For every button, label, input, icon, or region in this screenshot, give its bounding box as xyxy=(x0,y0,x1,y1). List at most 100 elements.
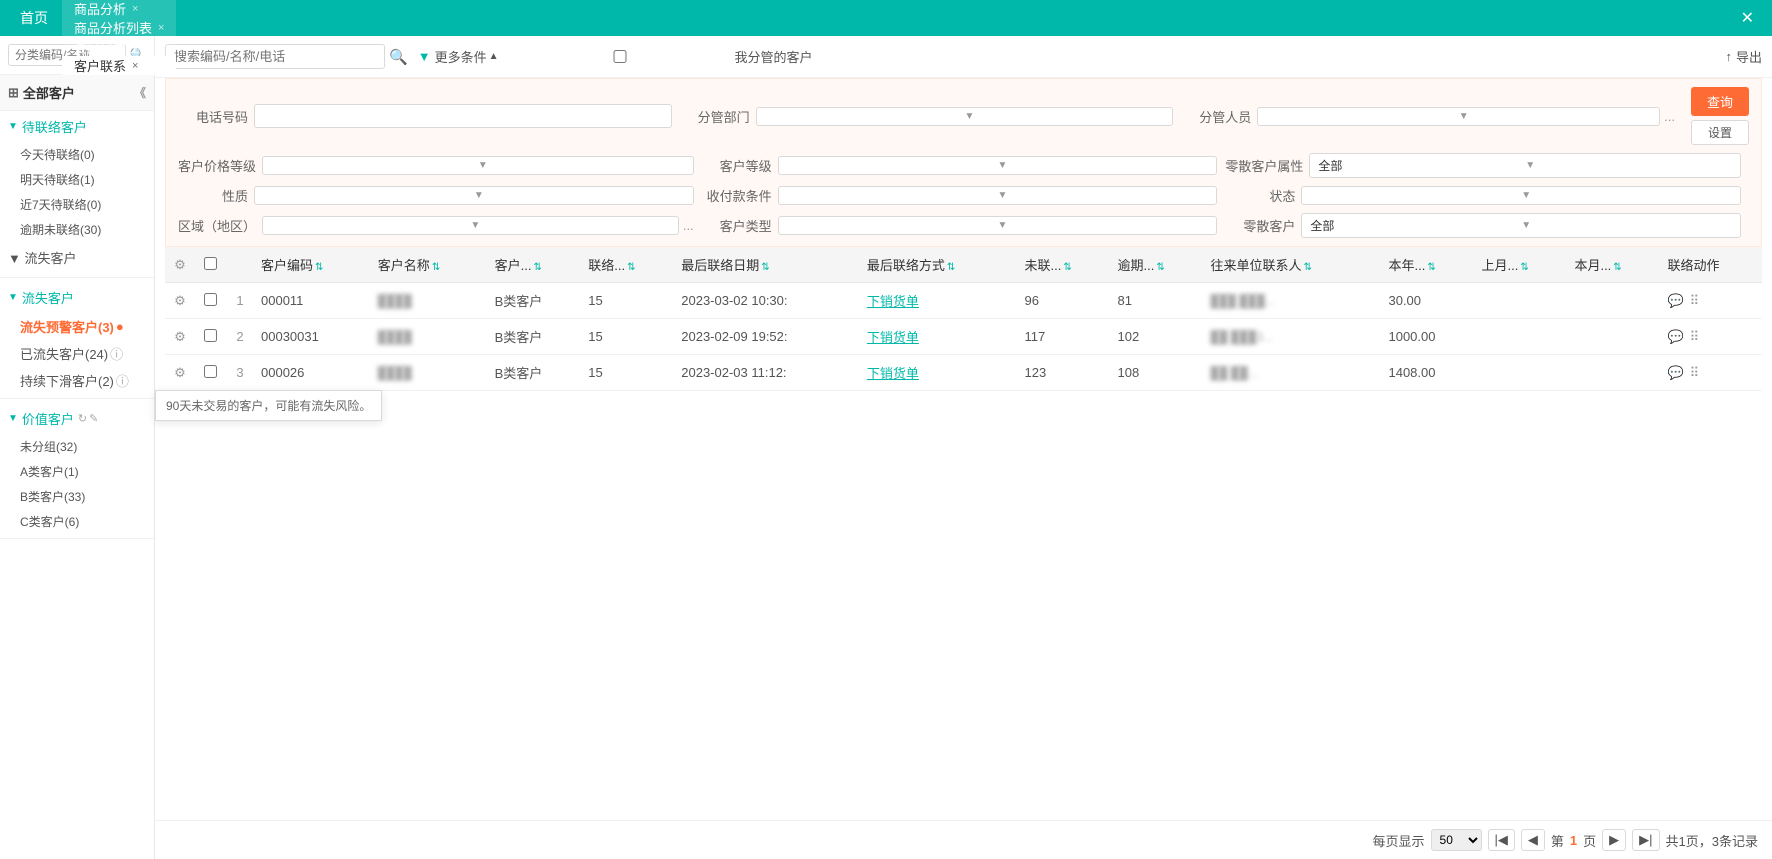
col-header-lastMonth[interactable]: 上月...⇅ xyxy=(1475,247,1568,283)
row-last-method[interactable]: 下销货单 xyxy=(861,283,1019,319)
row-last-method[interactable]: 下销货单 xyxy=(861,355,1019,391)
col-header-thisMonth[interactable]: 本月...⇅ xyxy=(1568,247,1661,283)
action-icon-1[interactable]: 💬 xyxy=(1667,329,1683,345)
nav-home[interactable]: 首页 xyxy=(8,0,60,36)
prev-page-button[interactable]: ◀ xyxy=(1521,829,1545,851)
row-settings[interactable]: ⚙ xyxy=(165,319,195,355)
sort-icon[interactable]: ⇅ xyxy=(315,262,323,273)
filter-select-2-0[interactable]: ▼ xyxy=(254,186,694,205)
filter-select-2-1[interactable]: ▼ xyxy=(778,186,1218,205)
sort-icon[interactable]: ⇅ xyxy=(1427,262,1435,273)
more-icon[interactable]: ... xyxy=(1664,109,1675,124)
filter-select-2-2[interactable]: ▼ xyxy=(1301,186,1741,205)
query-button[interactable]: 查询 xyxy=(1691,87,1749,116)
row-last-method[interactable]: 下销货单 xyxy=(861,319,1019,355)
sort-icon[interactable]: ⇅ xyxy=(1156,262,1164,273)
tab-close-icon[interactable]: × xyxy=(158,41,164,53)
nav-tab[interactable]: 商品分析 × xyxy=(62,0,176,18)
edit-icon[interactable]: ✎ xyxy=(89,412,98,425)
row-action[interactable]: 💬 ⠿ xyxy=(1661,319,1762,355)
refresh-icon[interactable]: ↻ xyxy=(78,412,87,425)
row-settings-icon[interactable]: ⚙ xyxy=(174,329,186,344)
next-page-button[interactable]: ▶ xyxy=(1602,829,1626,851)
nav-tab[interactable]: 客户联系 × xyxy=(62,56,176,75)
sidebar-group-title[interactable]: ▼价值客户↻✎ xyxy=(0,403,154,434)
export-button[interactable]: ↑ 导出 xyxy=(1725,47,1762,66)
sort-icon[interactable]: ⇅ xyxy=(947,262,955,273)
dots-icon[interactable]: ... xyxy=(683,218,694,233)
col-header-uncontacted[interactable]: 未联...⇅ xyxy=(1019,247,1112,283)
col-header-name[interactable]: 客户名称⇅ xyxy=(372,247,489,283)
sidebar-group-title[interactable]: ▼待联络客户 xyxy=(0,111,154,142)
sidebar-group-title[interactable]: ▼流失客户 xyxy=(0,282,154,313)
row-action[interactable]: 💬 ⠿ xyxy=(1661,355,1762,391)
action-icon-1[interactable]: 💬 xyxy=(1667,293,1683,309)
last-method-link[interactable]: 下销货单 xyxy=(867,330,919,345)
col-header-type[interactable]: 客户...⇅ xyxy=(489,247,583,283)
collapse-icon[interactable]: 《 xyxy=(134,84,146,101)
last-method-link[interactable]: 下销货单 xyxy=(867,294,919,309)
settings-icon[interactable]: ⚙ xyxy=(174,257,186,272)
sort-icon[interactable]: ⇅ xyxy=(627,262,635,273)
search-input[interactable] xyxy=(165,44,385,69)
filter-select-1-1[interactable]: ▼ xyxy=(778,156,1218,175)
sidebar-item[interactable]: 明天待联络(1) xyxy=(0,167,154,192)
sidebar-item[interactable]: 逾期未联络(30) xyxy=(0,217,154,242)
sidebar-item[interactable]: C类客户(6) xyxy=(0,509,154,534)
filter-select-3-1[interactable]: ▼ xyxy=(778,216,1218,235)
filter-dots-3-0[interactable]: ▼ xyxy=(262,216,679,235)
filter-select-0-2[interactable]: ▼ xyxy=(1257,107,1660,126)
action-icon-2[interactable]: ⠿ xyxy=(1690,329,1700,345)
tab-close-icon[interactable]: × xyxy=(158,22,164,34)
col-header-code[interactable]: 客户编码⇅ xyxy=(255,247,372,283)
row-settings[interactable]: ⚙ xyxy=(165,355,195,391)
table-container[interactable]: ⚙客户编码⇅客户名称⇅客户...⇅联络...⇅最后联络日期⇅最后联络方式⇅未联.… xyxy=(155,247,1772,820)
filter-select-0-1[interactable]: ▼ xyxy=(756,107,1174,126)
my-customers-checkbox[interactable] xyxy=(510,50,730,63)
all-customers-item[interactable]: ⊞ 全部客户 《 xyxy=(0,75,154,111)
row-settings-icon[interactable]: ⚙ xyxy=(174,365,186,380)
sort-icon[interactable]: ⇅ xyxy=(1613,262,1621,273)
row-checkbox-cell[interactable] xyxy=(195,283,225,319)
more-conditions-button[interactable]: ▼ 更多条件 ▲ xyxy=(418,47,499,66)
row-checkbox-cell[interactable] xyxy=(195,319,225,355)
row-checkbox[interactable] xyxy=(204,365,217,378)
filter-select-3-2[interactable]: 全部▼ xyxy=(1301,213,1741,238)
col-header-lastDate[interactable]: 最后联络日期⇅ xyxy=(675,247,861,283)
sidebar-item[interactable]: 已流失客户(24)ⓘ xyxy=(0,340,154,367)
sidebar-item[interactable]: 持续下滑客户(2)ⓘ xyxy=(0,367,154,394)
sidebar-item[interactable]: 流失预警客户(3)● xyxy=(0,313,154,340)
sort-icon[interactable]: ⇅ xyxy=(1303,262,1311,273)
sort-icon[interactable]: ⇅ xyxy=(1520,262,1528,273)
col-header-thisYear[interactable]: 本年...⇅ xyxy=(1382,247,1475,283)
search-button[interactable]: 🔍 xyxy=(389,48,408,66)
sidebar-subgroup-title[interactable]: ▼ 流失客户 xyxy=(0,242,154,273)
sidebar-item[interactable]: A类客户(1) xyxy=(0,459,154,484)
sort-icon[interactable]: ⇅ xyxy=(533,262,541,273)
action-icon-1[interactable]: 💬 xyxy=(1667,365,1683,381)
tab-close-icon[interactable]: × xyxy=(132,60,138,72)
sidebar-item[interactable]: 近7天待联络(0) xyxy=(0,192,154,217)
action-icon-2[interactable]: ⠿ xyxy=(1690,365,1700,381)
per-page-select[interactable]: 50 20 100 xyxy=(1431,829,1482,851)
action-icon-2[interactable]: ⠿ xyxy=(1690,293,1700,309)
last-page-button[interactable]: ▶| xyxy=(1632,829,1659,851)
sidebar-item[interactable]: B类客户(33) xyxy=(0,484,154,509)
filter-select-1-2[interactable]: 全部▼ xyxy=(1309,153,1741,178)
nav-tab[interactable]: 客户分层经营 × xyxy=(62,37,176,56)
last-method-link[interactable]: 下销货单 xyxy=(867,366,919,381)
col-header-contact2[interactable]: 往来单位联系人⇅ xyxy=(1204,247,1382,283)
row-settings[interactable]: ⚙ xyxy=(165,283,195,319)
row-checkbox[interactable] xyxy=(204,293,217,306)
filter-input-0-0[interactable] xyxy=(254,104,672,128)
row-action[interactable]: 💬 ⠿ xyxy=(1661,283,1762,319)
sidebar-item[interactable]: 未分组(32) xyxy=(0,434,154,459)
nav-tab[interactable]: 商品分析列表 × xyxy=(62,18,176,37)
select-all-checkbox[interactable] xyxy=(204,257,217,270)
sort-icon[interactable]: ⇅ xyxy=(432,262,440,273)
sort-icon[interactable]: ⇅ xyxy=(761,262,769,273)
my-customers-checkbox-label[interactable]: 我分管的客户 xyxy=(510,47,812,66)
row-checkbox-cell[interactable] xyxy=(195,355,225,391)
window-close-button[interactable]: ✕ xyxy=(1731,8,1764,28)
tab-close-icon[interactable]: × xyxy=(132,3,138,15)
